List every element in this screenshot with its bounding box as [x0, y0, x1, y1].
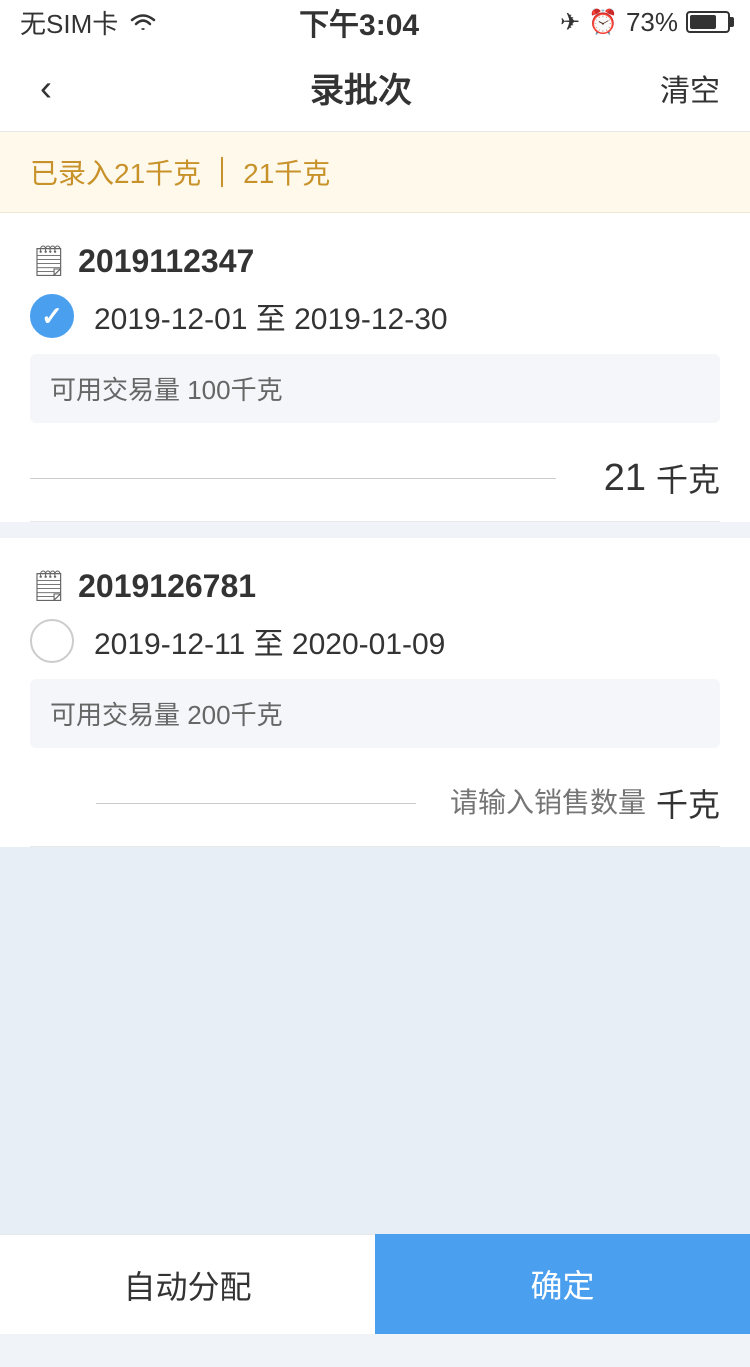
wifi-icon: [128, 11, 158, 33]
status-right: ✈ ⏰ 73%: [560, 7, 730, 38]
alarm-icon: ⏰: [588, 8, 618, 37]
battery-percent: 73%: [626, 7, 678, 38]
bottom-bar: 自动分配 确定: [0, 1234, 750, 1334]
batch-date-1: 2019-12-01 至 2019-12-30: [94, 294, 448, 338]
nav-bar: ‹ 录批次 清空: [0, 44, 750, 132]
amount-unit-2: 千克: [656, 780, 720, 826]
carrier-label: 无SIM卡: [20, 4, 118, 41]
confirm-button[interactable]: 确定: [375, 1234, 750, 1334]
amount-input-1[interactable]: [566, 457, 646, 500]
location-icon: ✈: [560, 8, 580, 37]
batch-card-1: 🗒 2019112347 2019-12-01 至 2019-12-30 可用交…: [0, 213, 750, 522]
status-bar: 无SIM卡 下午3:04 ✈ ⏰ 73%: [0, 0, 750, 44]
clear-button[interactable]: 清空: [660, 66, 720, 110]
batch-row-1[interactable]: 2019-12-01 至 2019-12-30: [30, 294, 720, 338]
amount-input-2[interactable]: [426, 787, 646, 819]
back-button[interactable]: ‹: [30, 57, 62, 119]
batch-card-2: 🗒 2019126781 2019-12-11 至 2020-01-09 可用交…: [0, 538, 750, 847]
batch-amount-row-1: 千克: [30, 439, 720, 522]
summary-bar: 已录入21千克 21千克: [0, 132, 750, 213]
batch-id-2: 2019126781: [78, 568, 256, 605]
auto-distribute-button[interactable]: 自动分配: [0, 1234, 375, 1334]
available-qty-2: 可用交易量 200千克: [30, 679, 720, 748]
batch-amount-row-2: 千克: [30, 764, 720, 847]
card-separator-1: [0, 522, 750, 538]
page-title: 录批次: [310, 63, 412, 112]
batch-doc-icon-1: 🗒: [30, 244, 68, 279]
battery-icon: [686, 11, 730, 33]
radio-button-1[interactable]: [30, 294, 74, 338]
status-left: 无SIM卡: [20, 4, 158, 41]
available-qty-1: 可用交易量 100千克: [30, 354, 720, 423]
amount-unit-1: 千克: [656, 455, 720, 501]
empty-area: [0, 847, 750, 1267]
batch-doc-icon-2: 🗒: [30, 569, 68, 604]
batch-id-1: 2019112347: [78, 243, 254, 280]
batch-header-2: 🗒 2019126781: [30, 568, 720, 605]
batch-row-2[interactable]: 2019-12-11 至 2020-01-09: [30, 619, 720, 663]
time-label: 下午3:04: [299, 0, 419, 44]
summary-divider: [221, 157, 223, 187]
radio-button-2[interactable]: [30, 619, 74, 663]
summary-value: 21千克: [243, 152, 330, 192]
batch-date-2: 2019-12-11 至 2020-01-09: [94, 619, 445, 663]
batch-header-1: 🗒 2019112347: [30, 243, 720, 280]
summary-label: 已录入21千克: [30, 152, 201, 192]
content-area: 🗒 2019112347 2019-12-01 至 2019-12-30 可用交…: [0, 213, 750, 1367]
